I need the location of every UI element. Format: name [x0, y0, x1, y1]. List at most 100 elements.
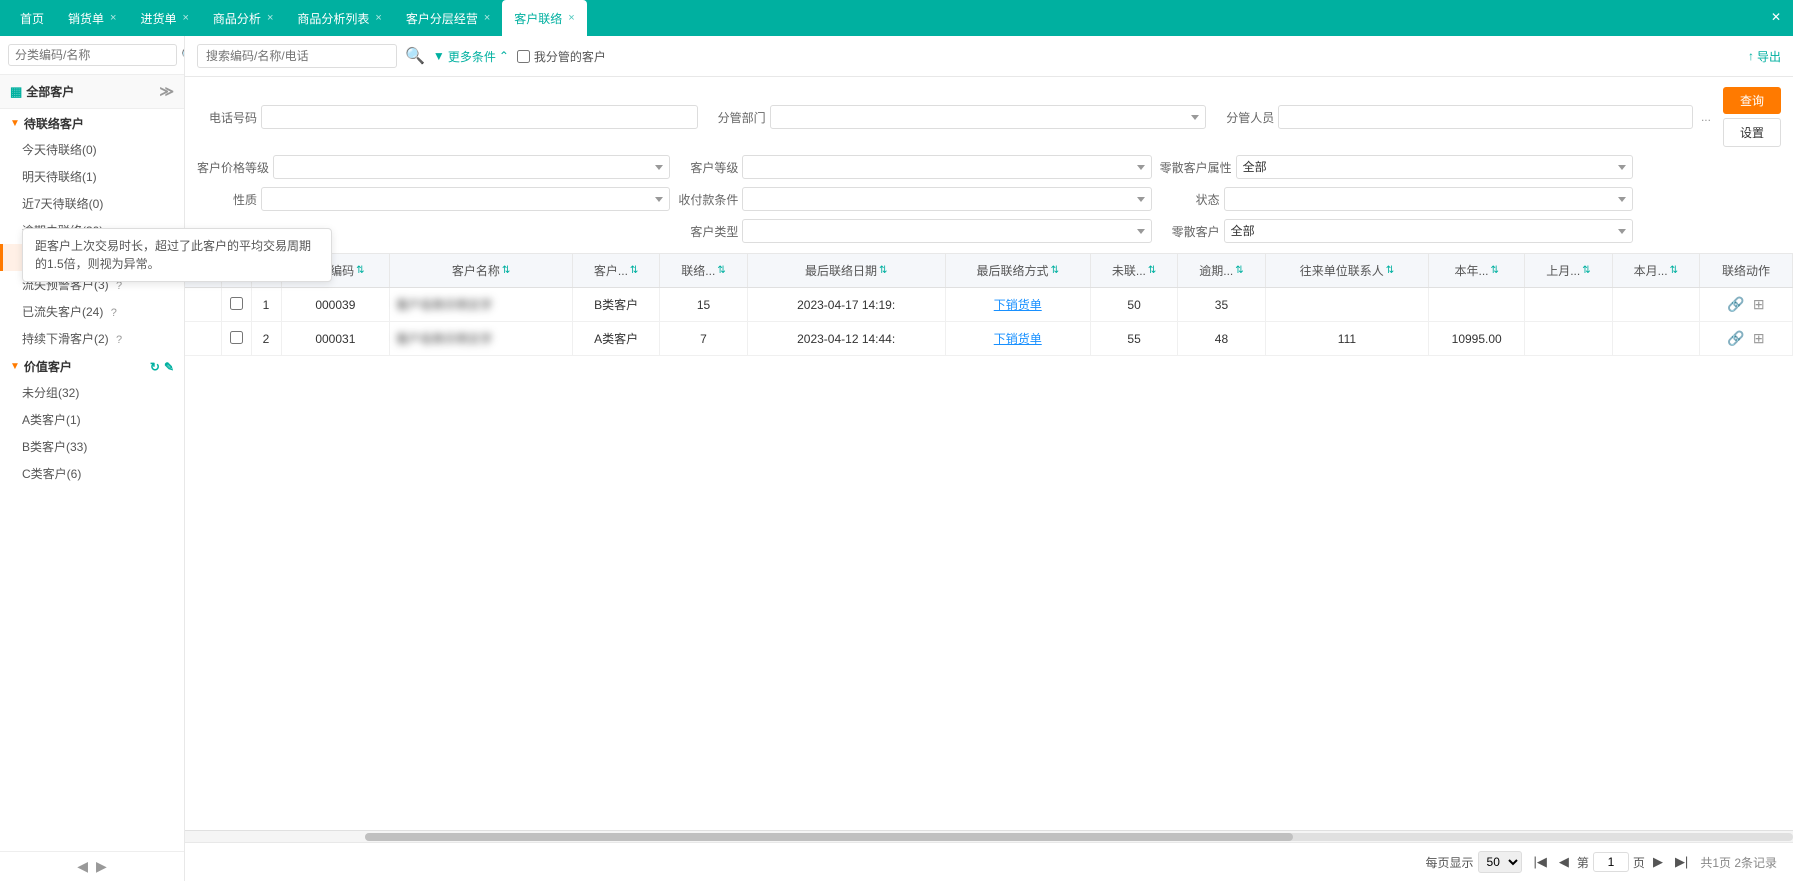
action-link-icon-0[interactable]: 🔗	[1727, 296, 1744, 313]
close-icon-analysis-list[interactable]: ×	[375, 12, 381, 24]
col-overdue[interactable]: 逾期... ⇅	[1178, 254, 1265, 288]
close-icon-customer-contact[interactable]: ×	[568, 12, 574, 24]
sort-icon-level[interactable]: ⇅	[630, 265, 638, 276]
filter-search-button[interactable]: 🔍	[405, 46, 425, 66]
sort-icon-last-month[interactable]: ⇅	[1582, 265, 1590, 276]
filter-person-more[interactable]: ...	[1697, 110, 1715, 124]
col-uncontact[interactable]: 未联... ⇅	[1090, 254, 1177, 288]
page-input[interactable]	[1593, 852, 1629, 872]
sidebar-item-7days[interactable]: 近7天待联络(0)	[0, 190, 184, 217]
sidebar-item-a-class[interactable]: A类客户(1)	[0, 406, 184, 433]
horizontal-scrollbar[interactable]	[185, 830, 1793, 842]
col-last-contact-date[interactable]: 最后联络日期 ⇅	[747, 254, 945, 288]
next-page-button[interactable]: ▶	[1649, 852, 1667, 872]
col-partner-contact[interactable]: 往来单位联系人 ⇅	[1265, 254, 1429, 288]
filter-dept-select[interactable]	[770, 105, 1207, 129]
sort-icon-uncontact[interactable]: ⇅	[1148, 265, 1156, 276]
close-icon-sales[interactable]: ×	[110, 12, 116, 24]
nav-item-customer-tier[interactable]: 客户分层经营 ×	[394, 0, 502, 36]
query-button[interactable]: 查询	[1723, 87, 1781, 114]
action-link-icon-1[interactable]: 🔗	[1727, 330, 1744, 347]
col-this-month[interactable]: 本月... ⇅	[1612, 254, 1699, 288]
filter-customer-type: 客户类型	[678, 219, 1151, 243]
cell-checkbox-0[interactable]	[221, 288, 251, 322]
nav-item-sales[interactable]: 销货单 ×	[56, 0, 128, 36]
close-icon-customer-tier[interactable]: ×	[484, 12, 490, 24]
filter-retail-customer-select[interactable]: 全部	[1224, 219, 1633, 243]
filter-phone-input[interactable]	[261, 105, 698, 129]
filter-person-input[interactable]	[1278, 105, 1693, 129]
refresh-icon[interactable]: ↻	[150, 360, 160, 374]
sort-icon-last-contact-date[interactable]: ⇅	[879, 265, 887, 276]
filter-retail-attr-select[interactable]: 全部	[1236, 155, 1633, 179]
filter-search-input[interactable]	[197, 44, 397, 68]
nav-item-home[interactable]: 首页	[8, 0, 56, 36]
nav-label-analysis-list: 商品分析列表	[297, 10, 369, 27]
sort-icon-this-month[interactable]: ⇅	[1670, 265, 1678, 276]
row-checkbox-0[interactable]	[230, 297, 243, 310]
filter-customer-type-select[interactable]	[742, 219, 1151, 243]
col-last-month[interactable]: 上月... ⇅	[1525, 254, 1612, 288]
sidebar-item-c-class[interactable]: C类客户(6)	[0, 460, 184, 487]
nav-item-analysis-list[interactable]: 商品分析列表 ×	[285, 0, 393, 36]
info-icon-declining[interactable]: ?	[116, 334, 122, 346]
nav-label-home: 首页	[20, 10, 44, 27]
filter-status-select[interactable]	[1224, 187, 1633, 211]
close-icon-purchase[interactable]: ×	[182, 12, 188, 24]
sort-icon-overdue[interactable]: ⇅	[1235, 265, 1243, 276]
nav-item-analysis[interactable]: 商品分析 ×	[201, 0, 285, 36]
cell-checkbox-1[interactable]	[221, 322, 251, 356]
close-icon-analysis[interactable]: ×	[267, 12, 273, 24]
sidebar-group-pending[interactable]: ▼ 待联络客户	[0, 109, 184, 136]
sidebar-item-declining[interactable]: 持续下滑客户(2) ?	[0, 325, 184, 352]
col-level[interactable]: 客户... ⇅	[572, 254, 659, 288]
info-icon-churned[interactable]: ?	[111, 307, 117, 319]
sort-icon-last-contact-method[interactable]: ⇅	[1051, 265, 1059, 276]
first-page-button[interactable]: |◀	[1530, 852, 1551, 872]
col-this-year[interactable]: 本年... ⇅	[1429, 254, 1525, 288]
sort-icon-contact-count[interactable]: ⇅	[717, 265, 725, 276]
last-page-button[interactable]: ▶|	[1671, 852, 1692, 872]
filter-payment-select[interactable]	[742, 187, 1151, 211]
filter-customer-level-select[interactable]	[742, 155, 1151, 179]
sidebar-prev-button[interactable]: ◀	[77, 858, 88, 875]
sidebar-search-input[interactable]	[8, 44, 177, 66]
sidebar-next-button[interactable]: ▶	[96, 858, 107, 875]
sidebar-item-b-class[interactable]: B类客户(33)	[0, 433, 184, 460]
sort-icon-partner-contact[interactable]: ⇅	[1386, 265, 1394, 276]
cell-last-contact-method-1[interactable]: 下销货单	[945, 322, 1090, 356]
close-all-tabs-button[interactable]: ✕	[1771, 8, 1781, 26]
action-grid-icon-0[interactable]: ⊞	[1753, 296, 1765, 313]
filter-status: 状态	[1160, 187, 1633, 211]
cell-last-contact-method-0[interactable]: 下销货单	[945, 288, 1090, 322]
scrollbar-thumb[interactable]	[365, 833, 1293, 841]
sidebar-item-today[interactable]: 今天待联络(0)	[0, 136, 184, 163]
more-conditions-button[interactable]: ▼ 更多条件 ⌃	[433, 48, 509, 65]
col-contact-count[interactable]: 联络... ⇅	[660, 254, 747, 288]
nav-item-customer-contact[interactable]: 客户联络 ×	[502, 0, 586, 36]
col-last-contact-method[interactable]: 最后联络方式 ⇅	[945, 254, 1090, 288]
col-name[interactable]: 客户名称 ⇅	[390, 254, 573, 288]
filter-price-level-select[interactable]	[273, 155, 670, 179]
sort-icon-this-year[interactable]: ⇅	[1491, 265, 1499, 276]
sidebar-item-tomorrow[interactable]: 明天待联络(1)	[0, 163, 184, 190]
my-customers-checkbox-label[interactable]: 我分管的客户	[517, 48, 606, 65]
cell-last-month-0	[1525, 288, 1612, 322]
setting-button[interactable]: 设置	[1723, 118, 1781, 147]
sidebar-item-ungrouped[interactable]: 未分组(32)	[0, 379, 184, 406]
filter-nature-select[interactable]	[261, 187, 670, 211]
export-button[interactable]: ↑ 导出	[1748, 48, 1781, 65]
my-customers-checkbox[interactable]	[517, 50, 530, 63]
prev-page-button[interactable]: ◀	[1555, 852, 1573, 872]
sort-icon-code[interactable]: ⇅	[356, 265, 364, 276]
edit-icon[interactable]: ✎	[164, 360, 174, 374]
sidebar-item-churned[interactable]: 已流失客户(24) ?	[0, 298, 184, 325]
nav-item-purchase[interactable]: 进货单 ×	[128, 0, 200, 36]
per-page-select[interactable]: 50	[1478, 851, 1522, 873]
row-checkbox-1[interactable]	[230, 331, 243, 344]
action-grid-icon-1[interactable]: ⊞	[1753, 330, 1765, 347]
sidebar-collapse-button[interactable]: ≫	[159, 83, 174, 100]
tooltip-text: 距客户上次交易时长，超过了此客户的平均交易周期的1.5倍，则视为异常。	[35, 239, 311, 271]
sort-icon-name[interactable]: ⇅	[502, 265, 510, 276]
filter-dept: 分管部门	[706, 105, 1207, 129]
